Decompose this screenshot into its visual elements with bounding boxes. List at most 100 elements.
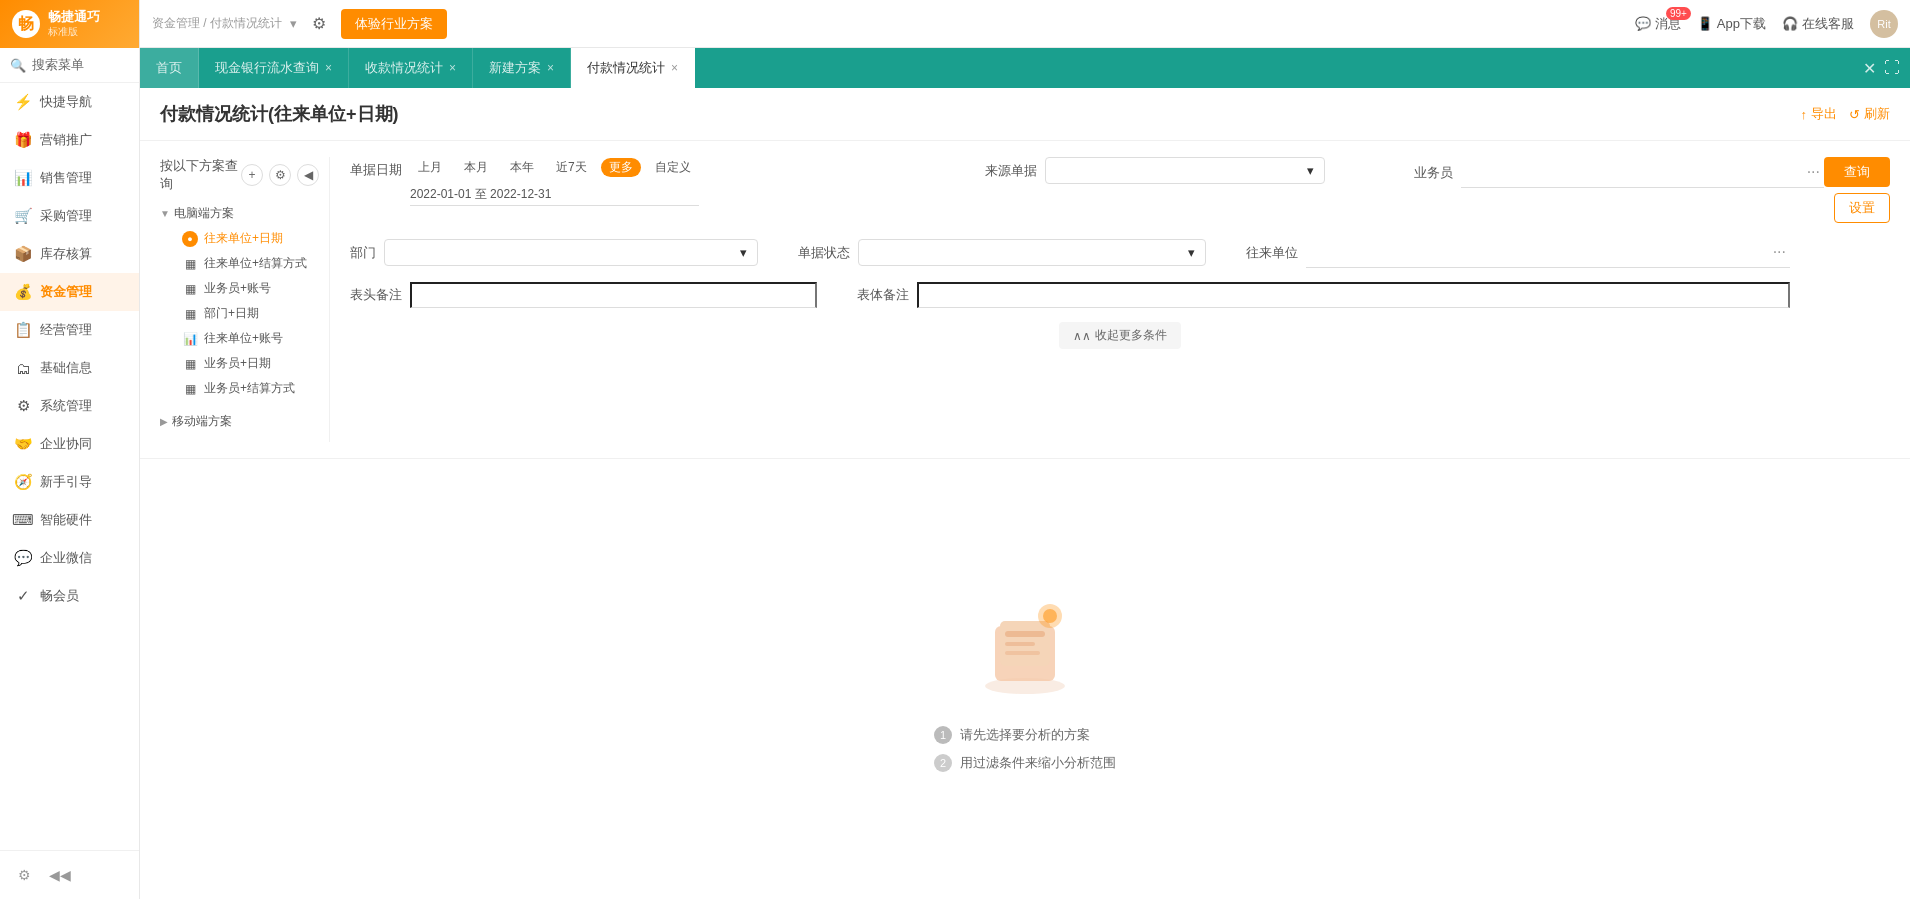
scheme-add-btn[interactable]: + xyxy=(241,164,263,186)
operations-icon: 📋 xyxy=(14,321,32,339)
query-btn[interactable]: 查询 xyxy=(1824,157,1890,187)
scheme-item-unit-account[interactable]: 📊 往来单位+账号 xyxy=(176,326,319,351)
scheme-item-unit-date[interactable]: ● 往来单位+日期 xyxy=(176,226,319,251)
tip-num-1: 1 xyxy=(934,726,952,744)
tip-num-2: 2 xyxy=(934,754,952,772)
mobile-arrow-icon: ▶ xyxy=(160,416,168,427)
member-icon: ✓ xyxy=(14,587,32,605)
sidebar-item-basic-info[interactable]: 🗂 基础信息 xyxy=(0,349,139,387)
sidebar-item-operations[interactable]: 📋 经营管理 xyxy=(0,311,139,349)
scheme-item-staff-account[interactable]: ▦ 业务员+账号 xyxy=(176,276,319,301)
sidebar-item-sales[interactable]: 📊 销售管理 xyxy=(0,159,139,197)
sidebar-item-guide[interactable]: 🧭 新手引导 xyxy=(0,463,139,501)
sidebar-item-purchase[interactable]: 🛒 采购管理 xyxy=(0,197,139,235)
svg-rect-3 xyxy=(1005,631,1045,637)
industry-btn[interactable]: 体验行业方案 xyxy=(341,9,447,39)
tab-new-scheme[interactable]: 新建方案 × xyxy=(473,48,571,88)
content-area: 付款情况统计(往来单位+日期) ↑ 导出 ↺ 刷新 xyxy=(140,88,1910,899)
svg-rect-4 xyxy=(1005,642,1035,646)
sidebar-item-hardware[interactable]: ⌨ 智能硬件 xyxy=(0,501,139,539)
filter-settings-btn[interactable]: 设置 xyxy=(1834,193,1890,223)
sidebar-collapse-btn[interactable]: ◀◀ xyxy=(46,861,74,889)
header-note-input[interactable] xyxy=(410,282,817,308)
empty-tips: 1 请先选择要分析的方案 2 用过滤条件来缩小分析范围 xyxy=(934,726,1116,772)
message-btn[interactable]: 💬 消息 99+ xyxy=(1635,15,1681,33)
sidebar-item-wechat[interactable]: 💬 企业微信 xyxy=(0,539,139,577)
dept-select[interactable]: ▾ xyxy=(384,239,758,266)
sidebar-item-cooperation[interactable]: 🤝 企业协同 xyxy=(0,425,139,463)
logo-icon: 畅 xyxy=(12,10,40,38)
top-bar-right: 💬 消息 99+ 📱 App下载 🎧 在线客服 Rit xyxy=(1635,10,1898,38)
sidebar-item-member[interactable]: ✓ 畅会员 xyxy=(0,577,139,615)
desktop-scheme-list: ● 往来单位+日期 ▦ 往来单位+结算方式 ▦ 业务员+账号 xyxy=(160,226,319,401)
sidebar-item-marketing[interactable]: 🎁 营销推广 xyxy=(0,121,139,159)
scheme-item-staff-date[interactable]: ▦ 业务员+日期 xyxy=(176,351,319,376)
search-menu[interactable]: 🔍 搜索菜单 xyxy=(0,48,139,83)
tab-cash-flow[interactable]: 现金银行流水查询 × xyxy=(199,48,349,88)
date-options: 上月 本月 本年 近7天 更多 自定义 xyxy=(410,157,699,178)
scheme-staff-date-icon: ▦ xyxy=(182,356,198,372)
app-download-btn[interactable]: 📱 App下载 xyxy=(1697,15,1766,33)
empty-tip-1: 1 请先选择要分析的方案 xyxy=(934,726,1116,744)
staff-dots-btn[interactable]: ··· xyxy=(1803,161,1824,183)
partner-dots-btn[interactable]: ··· xyxy=(1769,241,1790,263)
sidebar-item-system[interactable]: ⚙ 系统管理 xyxy=(0,387,139,425)
scheme-unit-account-icon: 📊 xyxy=(182,331,198,347)
breadcrumb-dropdown[interactable]: ▾ xyxy=(290,16,297,31)
mobile-scheme-title[interactable]: ▶ 移动端方案 xyxy=(160,409,319,434)
sidebar-settings-btn[interactable]: ⚙ xyxy=(10,861,38,889)
page-actions: ↑ 导出 ↺ 刷新 xyxy=(1801,105,1891,123)
empty-illustration xyxy=(965,586,1085,706)
scheme-settings-btn[interactable]: ⚙ xyxy=(269,164,291,186)
filter-panel: 按以下方案查询 + ⚙ ◀ ▼ 电脑端方案 xyxy=(140,141,1910,459)
top-bar: 资金管理 / 付款情况统计 ▾ ⚙ 体验行业方案 💬 消息 99+ 📱 App下… xyxy=(140,0,1910,48)
scheme-unit-date-icon: ● xyxy=(182,231,198,247)
date-option-this-year[interactable]: 本年 xyxy=(502,157,542,178)
tab-cash-flow-close[interactable]: × xyxy=(325,61,332,75)
online-service-btn[interactable]: 🎧 在线客服 xyxy=(1782,15,1854,33)
scheme-staff-account-icon: ▦ xyxy=(182,281,198,297)
filter-actions: 查询 设置 xyxy=(1824,157,1890,223)
date-option-more[interactable]: 更多 xyxy=(601,158,641,177)
staff-label: 业务员 xyxy=(1414,164,1453,182)
date-option-last-month[interactable]: 上月 xyxy=(410,157,450,178)
scheme-item-unit-payment[interactable]: ▦ 往来单位+结算方式 xyxy=(176,251,319,276)
source-dropdown-icon: ▾ xyxy=(1307,163,1314,178)
date-option-this-month[interactable]: 本月 xyxy=(456,157,496,178)
source-select[interactable]: ▾ xyxy=(1045,157,1325,184)
scheme-collapse-btn[interactable]: ◀ xyxy=(297,164,319,186)
basic-info-icon: 🗂 xyxy=(14,359,32,377)
refresh-btn[interactable]: ↺ 刷新 xyxy=(1849,105,1890,123)
page-header: 付款情况统计(往来单位+日期) ↑ 导出 ↺ 刷新 xyxy=(140,88,1910,141)
sidebar-bottom: ⚙ ◀◀ xyxy=(0,850,139,899)
top-bar-left: 资金管理 / 付款情况统计 ▾ ⚙ 体验行业方案 xyxy=(152,9,1625,39)
tab-payment-stats[interactable]: 付款情况统计 × xyxy=(571,48,695,88)
doc-status-select[interactable]: ▾ xyxy=(858,239,1206,266)
user-avatar[interactable]: Rit xyxy=(1870,10,1898,38)
scheme-item-dept-date[interactable]: ▦ 部门+日期 xyxy=(176,301,319,326)
date-option-7days[interactable]: 近7天 xyxy=(548,157,595,178)
tab-fullscreen-icon[interactable]: ⛶ xyxy=(1884,59,1900,77)
tab-receipt-stats[interactable]: 收款情况统计 × xyxy=(349,48,473,88)
sidebar-item-quick-nav[interactable]: ⚡ 快捷导航 xyxy=(0,83,139,121)
scheme-item-staff-payment[interactable]: ▦ 业务员+结算方式 xyxy=(176,376,319,401)
purchase-icon: 🛒 xyxy=(14,207,32,225)
dept-dropdown-icon: ▾ xyxy=(740,245,747,260)
tab-receipt-stats-close[interactable]: × xyxy=(449,61,456,75)
tab-close-all-icon[interactable]: ✕ xyxy=(1863,59,1876,78)
sidebar-item-inventory[interactable]: 📦 库存核算 xyxy=(0,235,139,273)
export-btn[interactable]: ↑ 导出 xyxy=(1801,105,1838,123)
quick-nav-icon: ⚡ xyxy=(14,93,32,111)
desktop-scheme-title[interactable]: ▼ 电脑端方案 xyxy=(160,201,319,226)
tab-new-scheme-close[interactable]: × xyxy=(547,61,554,75)
date-option-custom[interactable]: 自定义 xyxy=(647,157,699,178)
body-note-input[interactable] xyxy=(917,282,1790,308)
service-icon: 🎧 xyxy=(1782,16,1798,31)
scheme-sidebar-actions: + ⚙ ◀ xyxy=(241,164,319,186)
tab-payment-stats-close[interactable]: × xyxy=(671,61,678,75)
tab-home[interactable]: 首页 xyxy=(140,48,199,88)
sidebar: 畅 畅捷通巧 标准版 🔍 搜索菜单 ⚡ 快捷导航 🎁 营销推广 📊 销售管理 xyxy=(0,0,140,899)
topbar-settings-btn[interactable]: ⚙ xyxy=(305,10,333,38)
sidebar-item-finance[interactable]: 💰 资金管理 xyxy=(0,273,139,311)
collapse-conditions-btn[interactable]: ∧∧ 收起更多条件 xyxy=(1059,322,1181,349)
